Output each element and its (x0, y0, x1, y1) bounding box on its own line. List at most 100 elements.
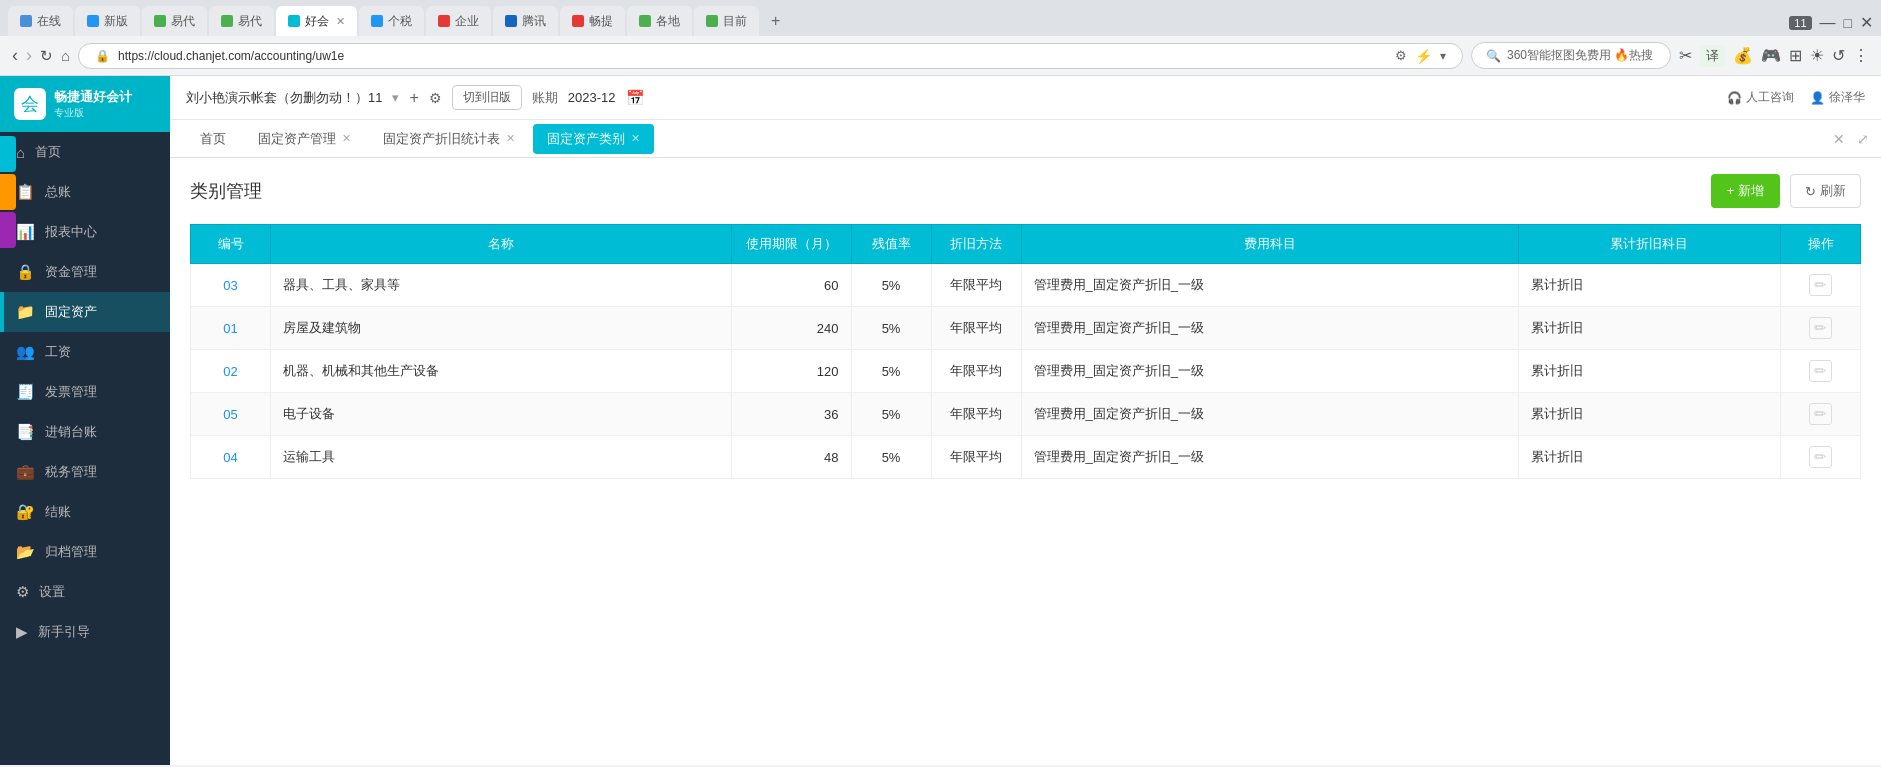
browser-tab-muqian[interactable]: 目前 (694, 6, 759, 36)
browser-tab-yidai1[interactable]: 易代 (142, 6, 207, 36)
back-btn[interactable]: ‹ (12, 45, 18, 66)
grid-icon[interactable]: ⊞ (1789, 46, 1802, 65)
search-bar[interactable]: 🔍 360智能抠图免费用 🔥热搜 (1471, 42, 1671, 69)
reload-btn[interactable]: ↻ (40, 47, 53, 65)
user-info[interactable]: 👤 徐泽华 (1810, 89, 1865, 106)
forward-btn[interactable]: › (26, 45, 32, 66)
game-icon[interactable]: 🎮 (1761, 46, 1781, 65)
browser-tab-qiye[interactable]: 企业 (426, 6, 491, 36)
close-panel-btn[interactable]: ✕ (1833, 131, 1845, 147)
dropdown-icon[interactable]: ▾ (1440, 49, 1446, 63)
sidebar-item-fixed-assets[interactable]: 📁 固定资产 (0, 292, 170, 332)
sidebar-item-payroll[interactable]: 👥 工资 (0, 332, 170, 372)
cell-accum: 累计折旧 (1518, 350, 1780, 393)
edit-icon[interactable]: ✏ (1809, 446, 1832, 468)
cell-accum: 累计折旧 (1518, 307, 1780, 350)
sidebar-item-report[interactable]: 📊 报表中心 (0, 212, 170, 252)
browser-tab-yidai2[interactable]: 易代 (209, 6, 274, 36)
bookmark-icon[interactable]: ⚡ (1415, 48, 1432, 64)
add-account-btn[interactable]: + (409, 89, 418, 107)
cell-period: 120 (731, 350, 851, 393)
cell-code[interactable]: 01 (191, 307, 271, 350)
browser-tab-changti[interactable]: 畅提 (560, 6, 625, 36)
browser-tab-xinban[interactable]: 新版 (75, 6, 140, 36)
cell-action: ✏ (1781, 393, 1861, 436)
add-btn[interactable]: + 新增 (1711, 174, 1780, 208)
user-avatar-icon: 👤 (1810, 91, 1825, 105)
history-back-icon[interactable]: ↺ (1832, 46, 1845, 65)
url-display: https://cloud.chanjet.com/accounting/uw1… (118, 49, 1387, 63)
top-bar-right: 🎧 人工咨询 👤 徐泽华 (1727, 89, 1865, 106)
tab-asset-category[interactable]: 固定资产类别 ✕ (533, 124, 654, 154)
logo-text: 畅捷通好会计 (54, 88, 132, 106)
brightness-icon[interactable]: ☀ (1810, 46, 1824, 65)
chart-icon: 📊 (16, 223, 35, 241)
scissors-icon[interactable]: ✂ (1679, 46, 1692, 65)
settings-gear-btn[interactable]: ⚙ (429, 90, 442, 106)
edge-icon-1[interactable] (0, 136, 16, 172)
close-tab-1-icon[interactable]: ✕ (342, 132, 351, 145)
cell-expense: 管理费用_固定资产折旧_一级 (1021, 350, 1518, 393)
edit-icon[interactable]: ✏ (1809, 274, 1832, 296)
edit-icon[interactable]: ✏ (1809, 360, 1832, 382)
tab-depreciation-stats[interactable]: 固定资产折旧统计表 ✕ (369, 122, 529, 156)
browser-tab-gesui[interactable]: 个税 (359, 6, 424, 36)
address-bar[interactable]: 🔒 https://cloud.chanjet.com/accounting/u… (78, 43, 1463, 69)
sidebar-item-tax[interactable]: 💼 税务管理 (0, 452, 170, 492)
close-tab-icon[interactable]: ✕ (336, 15, 345, 28)
sidebar-item-fund[interactable]: 🔒 资金管理 (0, 252, 170, 292)
browser-tab-active[interactable]: 好会 ✕ (276, 6, 357, 36)
maximize-window-btn[interactable]: □ (1844, 15, 1852, 31)
cell-expense: 管理费用_固定资产折旧_一级 (1021, 264, 1518, 307)
refresh-btn[interactable]: ↻ 刷新 (1790, 174, 1861, 208)
close-window-btn[interactable]: ✕ (1860, 13, 1873, 32)
edge-icon-2[interactable] (0, 174, 16, 210)
edit-icon[interactable]: ✏ (1809, 403, 1832, 425)
new-tab-btn[interactable]: + (761, 6, 790, 36)
close-tab-2-icon[interactable]: ✕ (506, 132, 515, 145)
cell-code[interactable]: 04 (191, 436, 271, 479)
close-tab-3-icon[interactable]: ✕ (631, 132, 640, 145)
cell-code[interactable]: 03 (191, 264, 271, 307)
translate-icon[interactable]: 译 (1700, 45, 1725, 67)
dropdown-arrow[interactable]: ▾ (392, 90, 399, 105)
more-menu-icon[interactable]: ⋮ (1853, 46, 1869, 65)
home-btn[interactable]: ⌂ (61, 47, 70, 64)
tab-fixed-assets-mgmt[interactable]: 固定资产管理 ✕ (244, 122, 365, 156)
wallet-icon[interactable]: 💰 (1733, 46, 1753, 65)
sidebar-item-archive[interactable]: 📂 归档管理 (0, 532, 170, 572)
cell-action: ✏ (1781, 264, 1861, 307)
sidebar-item-invoice[interactable]: 🧾 发票管理 (0, 372, 170, 412)
sidebar-item-home[interactable]: ⌂ 首页 (0, 132, 170, 172)
browser-tab-gedi[interactable]: 各地 (627, 6, 692, 36)
th-period: 使用期限（月） (731, 225, 851, 264)
top-bar: 刘小艳演示帐套（勿删勿动！）11 ▾ + ⚙ 切到旧版 账期 2023-12 📅… (170, 76, 1881, 120)
cell-expense: 管理费用_固定资产折旧_一级 (1021, 393, 1518, 436)
consultant-btn[interactable]: 🎧 人工咨询 (1727, 89, 1794, 106)
cell-code[interactable]: 05 (191, 393, 271, 436)
sidebar-item-zhangzhang[interactable]: 📋 总账 (0, 172, 170, 212)
browser-tab-zaixin[interactable]: 在线 (8, 6, 73, 36)
edge-icon-3[interactable] (0, 212, 16, 248)
switch-version-btn[interactable]: 切到旧版 (452, 85, 522, 110)
cell-rate: 5% (851, 350, 931, 393)
sidebar-item-close-account[interactable]: 🔐 结账 (0, 492, 170, 532)
cell-expense: 管理费用_固定资产折旧_一级 (1021, 436, 1518, 479)
calendar-icon[interactable]: 📅 (626, 89, 645, 107)
sidebar-item-ledger[interactable]: 📑 进销台账 (0, 412, 170, 452)
table-row: 03 器具、工具、家具等 60 5% 年限平均 管理费用_固定资产折旧_一级 累… (191, 264, 1861, 307)
headset-icon: 🎧 (1727, 91, 1742, 105)
site-info-icon[interactable]: ⚙ (1395, 48, 1407, 63)
th-rate: 残值率 (851, 225, 931, 264)
minimize-window-btn[interactable]: — (1820, 14, 1836, 32)
settings-icon: ⚙ (16, 583, 29, 601)
browser-tab-tengxun[interactable]: 腾讯 (493, 6, 558, 36)
sidebar-item-guide[interactable]: ▶ 新手引导 (0, 612, 170, 652)
edit-icon[interactable]: ✏ (1809, 317, 1832, 339)
cell-code[interactable]: 02 (191, 350, 271, 393)
expand-panel-btn[interactable]: ⤢ (1857, 131, 1869, 147)
cell-rate: 5% (851, 393, 931, 436)
sidebar-item-settings[interactable]: ⚙ 设置 (0, 572, 170, 612)
cell-accum: 累计折旧 (1518, 393, 1780, 436)
tab-home[interactable]: 首页 (186, 122, 240, 156)
